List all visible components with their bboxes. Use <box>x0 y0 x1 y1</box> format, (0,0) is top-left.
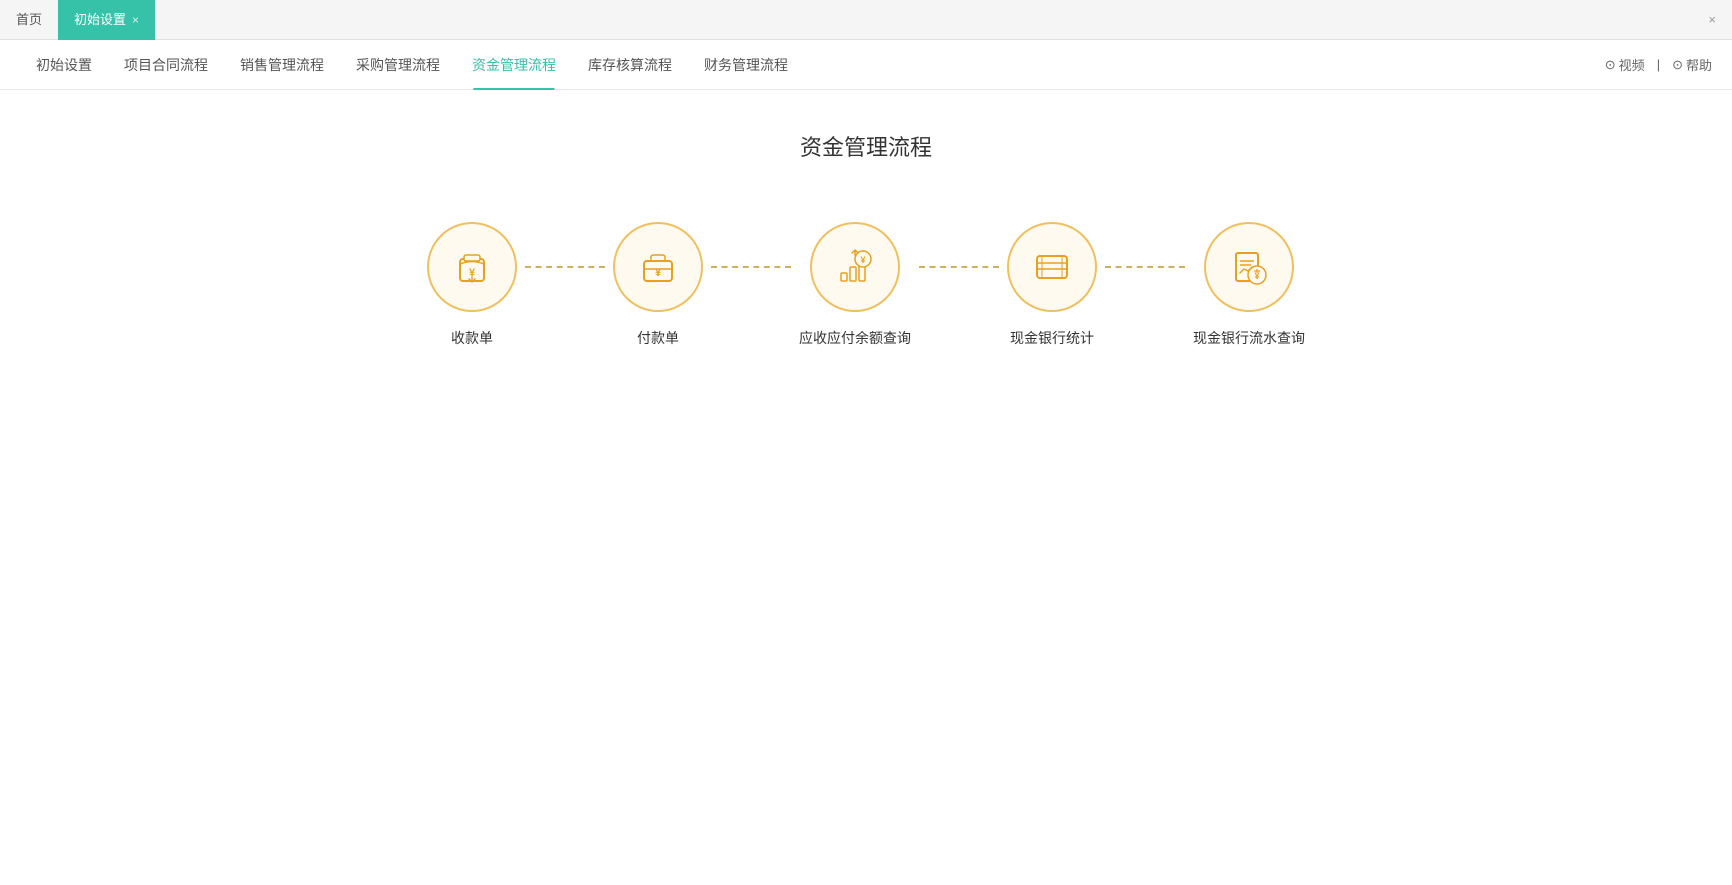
connector-3 <box>911 266 1007 304</box>
flow-item-xianjin[interactable]: 现金银行统计 <box>1007 222 1097 348</box>
video-link[interactable]: ⊙ 视频 <box>1605 55 1645 74</box>
nav-right: ⊙ 视频 | ⊙ 帮助 <box>1605 55 1712 74</box>
xianjin-icon <box>1030 245 1074 289</box>
nav-bar: 初始设置 项目合同流程 销售管理流程 采购管理流程 资金管理流程 库存核算流程 … <box>0 40 1732 90</box>
help-link[interactable]: ⊙ 帮助 <box>1672 55 1712 74</box>
liushui-icon-circle: ¥ <box>1204 222 1294 312</box>
nav-separator: | <box>1657 57 1660 72</box>
video-label: 视频 <box>1619 55 1645 74</box>
play-icon: ⊙ <box>1605 57 1616 73</box>
yingshou-icon-circle: ¥ <box>810 222 900 312</box>
question-icon: ⊙ <box>1672 57 1683 73</box>
svg-text:¥: ¥ <box>655 267 662 279</box>
nav-item-initial-setup[interactable]: 初始设置 <box>20 40 108 90</box>
nav-item-inventory[interactable]: 库存核算流程 <box>572 40 688 90</box>
flow-item-liushui[interactable]: ¥ 现金银行流水查询 <box>1193 222 1305 348</box>
xianjin-label: 现金银行统计 <box>1010 328 1094 348</box>
fukuan-icon: ¥ <box>636 245 680 289</box>
flow-item-shoukuan[interactable]: ¥ 收款单 <box>427 222 517 348</box>
active-tab-label: 初始设置 <box>74 0 126 40</box>
nav-item-fund-management[interactable]: 资金管理流程 <box>456 40 572 90</box>
liushui-label: 现金银行流水查询 <box>1193 328 1305 348</box>
xianjin-icon-circle <box>1007 222 1097 312</box>
flow-container: ¥ 收款单 ¥ 付款单 <box>20 222 1712 348</box>
top-bar: 首页 初始设置 × × <box>0 0 1732 40</box>
fukuan-icon-circle: ¥ <box>613 222 703 312</box>
shoukuan-icon: ¥ <box>450 245 494 289</box>
nav-item-purchase-management[interactable]: 采购管理流程 <box>340 40 456 90</box>
svg-text:¥: ¥ <box>860 255 865 265</box>
top-bar-right: × <box>1708 12 1732 27</box>
nav-item-finance[interactable]: 财务管理流程 <box>688 40 804 90</box>
shoukuan-icon-circle: ¥ <box>427 222 517 312</box>
flow-item-yingshou[interactable]: ¥ 应收应付余额查询 <box>799 222 911 348</box>
nav-item-project-contract[interactable]: 项目合同流程 <box>108 40 224 90</box>
shoukuan-label: 收款单 <box>451 328 493 348</box>
active-tab[interactable]: 初始设置 × <box>58 0 155 40</box>
close-icon[interactable]: × <box>132 0 139 40</box>
connector-1 <box>517 266 613 304</box>
yingshou-label: 应收应付余额查询 <box>799 328 911 348</box>
main-content: 资金管理流程 ¥ 收款单 <box>0 90 1732 885</box>
fukuan-label: 付款单 <box>637 328 679 348</box>
home-tab[interactable]: 首页 <box>0 0 58 40</box>
page-title: 资金管理流程 <box>20 130 1712 162</box>
connector-4 <box>1097 266 1193 304</box>
flow-item-fukuan[interactable]: ¥ 付款单 <box>613 222 703 348</box>
nav-item-sales-management[interactable]: 销售管理流程 <box>224 40 340 90</box>
yingshou-icon: ¥ <box>833 245 877 289</box>
connector-2 <box>703 266 799 304</box>
liushui-icon: ¥ <box>1227 245 1271 289</box>
window-close-button[interactable]: × <box>1708 12 1716 27</box>
help-label: 帮助 <box>1686 55 1712 74</box>
